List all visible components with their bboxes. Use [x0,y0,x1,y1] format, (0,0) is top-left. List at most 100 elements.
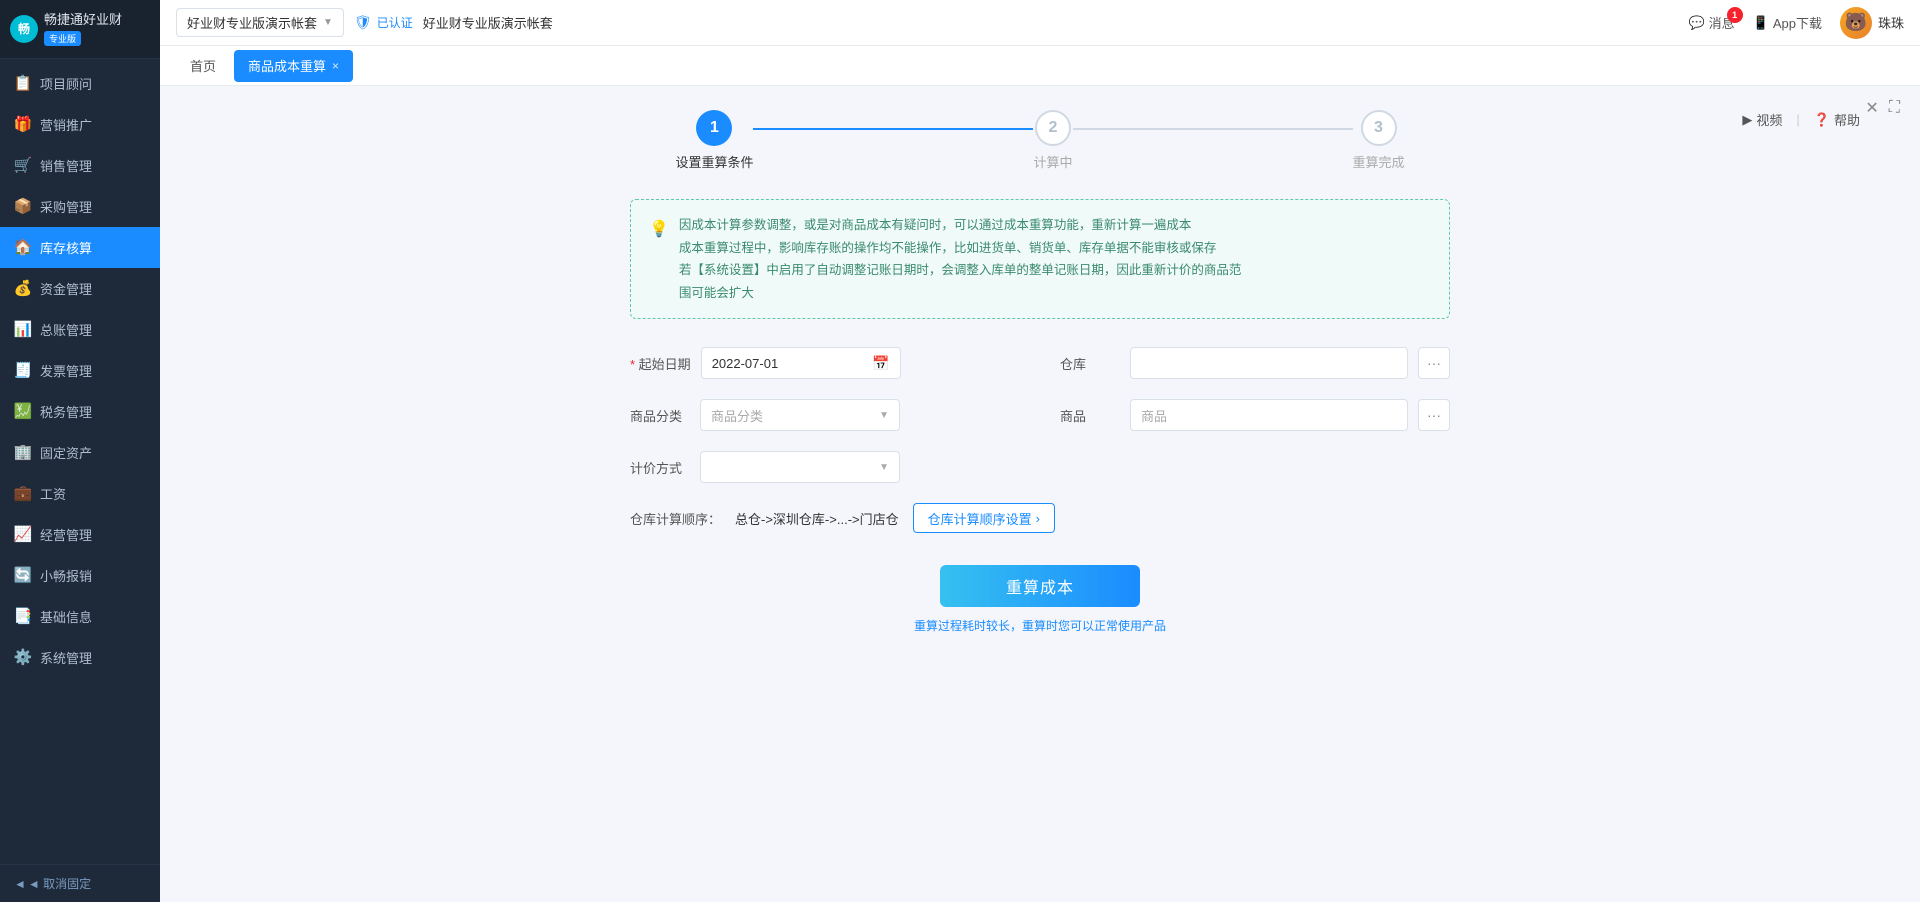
info-line-4: 围可能会扩大 [679,282,1242,305]
warehouse-order-row: 仓库计算顺序： 总仓->深圳仓库->...->门店仓 仓库计算顺序设置 › [630,503,1450,533]
marketing-icon: 🎁 [14,115,32,133]
tab-close-icon[interactable]: × [332,59,339,73]
sidebar-label-accounting: 总账管理 [40,320,92,339]
sidebar-item-ops[interactable]: 📈 经营管理 [0,514,160,555]
step-1-circle: 1 [696,110,732,146]
chevron-down-icon: ▼ [323,17,333,28]
sidebar-item-accounting[interactable]: 📊 总账管理 [0,309,160,350]
warehouse-dots-button[interactable]: ··· [1418,347,1450,379]
category-placeholder: 商品分类 [711,406,763,425]
account-selector[interactable]: 好业财专业版演示帐套 ▼ [176,8,344,37]
sidebar-item-base[interactable]: 📑 基础信息 [0,596,160,637]
logo-icon: 畅 [10,15,38,43]
sidebar-label-ops: 经营管理 [40,525,92,544]
sidebar-item-expense[interactable]: 🔄 小畅报销 [0,555,160,596]
tab-home[interactable]: 首页 [176,50,230,82]
price-method-select[interactable]: ▼ [700,451,900,483]
invoice-icon: 🧾 [14,361,32,379]
warehouse-order-settings-button[interactable]: 仓库计算顺序设置 › [913,503,1055,533]
salary-icon: 💼 [14,484,32,502]
sidebar-item-tax[interactable]: 💹 税务管理 [0,391,160,432]
category-chevron-icon: ▼ [879,410,889,421]
step-3-label: 重算完成 [1353,152,1405,171]
start-date-label: 起始日期 [630,354,691,373]
tab-cost-recalc[interactable]: 商品成本重算 × [234,50,353,82]
info-line-3: 若【系统设置】中启用了自动调整记账日期时，会调整入库单的整单记账日期，因此重新计… [679,259,1242,282]
user-profile[interactable]: 🐻 珠珠 [1840,7,1904,39]
step-line-2 [1073,128,1353,130]
sidebar-label-inventory: 库存核算 [40,238,92,257]
logo-title: 畅捷通好业财 [44,12,122,29]
category-select[interactable]: 商品分类 ▼ [700,399,900,431]
content-area: ✕ ⛶ ▶ 视频 | ❓ 帮助 1 设置重算条件 2 计算中 [160,86,1920,902]
sidebar-label-base: 基础信息 [40,607,92,626]
sidebar-label-marketing: 营销推广 [40,115,92,134]
price-method-label: 计价方式 [630,458,690,477]
tabbar: 首页 商品成本重算 × [160,46,1920,86]
accounting-icon: 📊 [14,320,32,338]
warehouse-order-btn-label: 仓库计算顺序设置 [928,509,1032,528]
expense-icon: 🔄 [14,566,32,584]
logo-text-block: 畅捷通好业财 专业版 [44,12,122,46]
start-date-input[interactable]: 2022-07-01 📅 [701,347,901,379]
expand-window-icon[interactable]: ⛶ [1889,99,1900,117]
main-area: 好业财专业版演示帐套 ▼ 🛡 已认证 好业财专业版演示帐套 💬 消息 1 📱 A… [160,0,1920,902]
avatar: 🐻 [1840,7,1872,39]
sidebar-item-project[interactable]: 📋 项目顾问 [0,63,160,104]
warehouse-label: 仓库 [1060,354,1120,373]
warehouse-order-label: 仓库计算顺序： [630,509,721,528]
tab-cost-recalc-label: 商品成本重算 [248,56,326,75]
pro-badge: 专业版 [44,31,81,46]
sidebar-item-assets[interactable]: 🏢 固定资产 [0,432,160,473]
assets-icon: 🏢 [14,443,32,461]
category-group: 商品分类 商品分类 ▼ [630,399,1020,431]
project-icon: 📋 [14,74,32,92]
user-name: 珠珠 [1878,13,1904,32]
sidebar-item-invoice[interactable]: 🧾 发票管理 [0,350,160,391]
sidebar-item-inventory[interactable]: 🏠 库存核算 [0,227,160,268]
warehouse-input[interactable] [1130,347,1408,379]
verified-badge: 🛡 已认证 [354,14,413,31]
sidebar: 畅 畅捷通好业财 专业版 📋 项目顾问 🎁 营销推广 🛒 销售管理 📦 采购管理… [0,0,160,902]
stepper: 1 设置重算条件 2 计算中 3 重算完成 [192,110,1888,171]
step-2-label: 计算中 [1033,152,1072,171]
info-box: 💡 因成本计算参数调整，或是对商品成本有疑问时，可以通过成本重算功能，重新计算一… [630,199,1450,319]
sidebar-item-system[interactable]: ⚙️ 系统管理 [0,637,160,678]
sidebar-label-salary: 工资 [40,484,66,503]
app-download-button[interactable]: 📱 App下载 [1753,13,1822,32]
product-dots-button[interactable]: ··· [1418,399,1450,431]
purchase-icon: 📦 [14,197,32,215]
inventory-icon: 🏠 [14,238,32,256]
sidebar-item-marketing[interactable]: 🎁 营销推广 [0,104,160,145]
message-icon: 💬 [1688,15,1704,31]
start-date-value: 2022-07-01 [712,356,865,371]
price-method-group: 计价方式 ▼ [630,451,1020,483]
message-button[interactable]: 💬 消息 1 [1688,13,1734,32]
price-method-chevron-icon: ▼ [879,462,889,473]
sidebar-item-finance[interactable]: 💰 资金管理 [0,268,160,309]
company-name: 好业财专业版演示帐套 [423,13,553,32]
tax-icon: 💹 [14,402,32,420]
verified-label: 已认证 [377,14,413,31]
sidebar-logo: 畅 畅捷通好业财 专业版 [0,0,160,59]
info-text: 因成本计算参数调整，或是对商品成本有疑问时，可以通过成本重算功能，重新计算一遍成… [679,214,1242,304]
sidebar-unpin-button[interactable]: ◄ ◄ 取消固定 [0,864,160,902]
topbar: 好业财专业版演示帐套 ▼ 🛡 已认证 好业财专业版演示帐套 💬 消息 1 📱 A… [160,0,1920,46]
recalculate-button[interactable]: 重算成本 [940,565,1140,607]
sidebar-label-purchase: 采购管理 [40,197,92,216]
product-input[interactable]: 商品 [1130,399,1408,431]
sidebar-label-system: 系统管理 [40,648,92,667]
sidebar-item-sales[interactable]: 🛒 销售管理 [0,145,160,186]
info-line-1: 因成本计算参数调整，或是对商品成本有疑问时，可以通过成本重算功能，重新计算一遍成… [679,214,1242,237]
sales-icon: 🛒 [14,156,32,174]
sidebar-item-salary[interactable]: 💼 工资 [0,473,160,514]
product-label: 商品 [1060,406,1120,425]
calendar-icon: 📅 [872,355,889,372]
sidebar-label-expense: 小畅报销 [40,566,92,585]
sidebar-label-finance: 资金管理 [40,279,92,298]
shield-icon: 🛡 [354,14,372,31]
sidebar-item-purchase[interactable]: 📦 采购管理 [0,186,160,227]
form-row-3: 计价方式 ▼ [630,451,1450,483]
base-icon: 📑 [14,607,32,625]
step-line-1 [753,128,1033,130]
